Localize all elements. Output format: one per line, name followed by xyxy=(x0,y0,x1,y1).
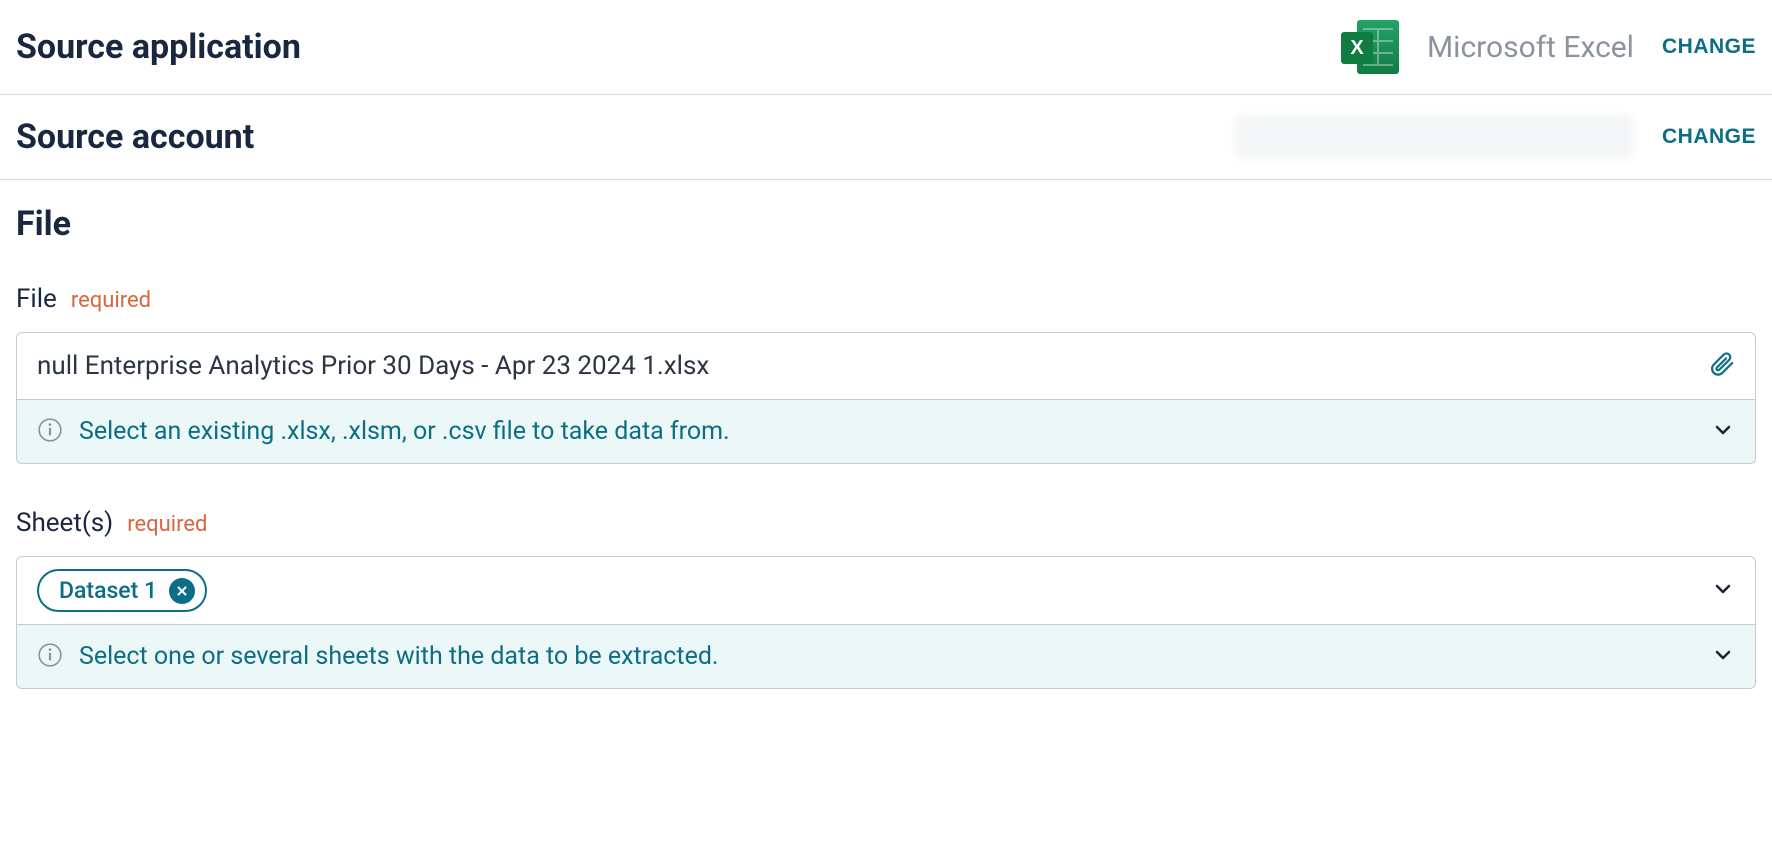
file-label-row: File required xyxy=(16,284,1756,314)
source-application-title: Source application xyxy=(16,27,301,67)
chevron-down-icon[interactable] xyxy=(1711,643,1735,671)
file-hint-box[interactable]: Select an existing .xlsx, .xlsm, or .csv… xyxy=(16,400,1756,464)
file-hint-text: Select an existing .xlsx, .xlsm, or .csv… xyxy=(79,417,1711,446)
sheets-field-label: Sheet(s) xyxy=(16,508,113,538)
remove-chip-icon[interactable] xyxy=(169,578,195,604)
file-field-label: File xyxy=(16,284,57,314)
source-account-section: Source account CHANGE xyxy=(0,95,1772,180)
sheet-chip: Dataset 1 xyxy=(37,569,207,612)
source-account-title: Source account xyxy=(16,117,254,157)
sheets-hint-box[interactable]: Select one or several sheets with the da… xyxy=(16,625,1756,689)
sheet-chip-label: Dataset 1 xyxy=(59,577,157,604)
source-application-right: X Microsoft Excel CHANGE xyxy=(1341,20,1756,74)
sheets-hint-text: Select one or several sheets with the da… xyxy=(79,642,1711,671)
sheets-field-group: Sheet(s) required Dataset 1 xyxy=(16,508,1756,689)
sheets-label-row: Sheet(s) required xyxy=(16,508,1756,538)
source-account-row: Source account CHANGE xyxy=(16,115,1756,159)
chevron-down-icon[interactable] xyxy=(1711,418,1735,446)
source-account-value-redacted xyxy=(1234,115,1634,159)
attachment-icon[interactable] xyxy=(1709,350,1735,382)
file-input-value: null Enterprise Analytics Prior 30 Days … xyxy=(37,351,1709,381)
info-icon xyxy=(37,642,63,672)
source-application-name: Microsoft Excel xyxy=(1427,30,1634,65)
source-application-row: Source application X Microsoft Excel CHA… xyxy=(16,20,1756,74)
file-field-group: File required null Enterprise Analytics … xyxy=(16,284,1756,464)
source-application-section: Source application X Microsoft Excel CHA… xyxy=(0,0,1772,95)
source-account-right: CHANGE xyxy=(1234,115,1756,159)
sheets-input[interactable]: Dataset 1 xyxy=(16,556,1756,625)
change-account-button[interactable]: CHANGE xyxy=(1662,125,1756,149)
change-application-button[interactable]: CHANGE xyxy=(1662,35,1756,59)
chevron-down-icon[interactable] xyxy=(1711,577,1735,605)
file-required-tag: required xyxy=(71,288,151,313)
file-heading: File xyxy=(16,204,1756,244)
file-input[interactable]: null Enterprise Analytics Prior 30 Days … xyxy=(16,332,1756,400)
sheets-required-tag: required xyxy=(127,512,207,537)
excel-icon: X xyxy=(1341,20,1399,74)
file-section: File File required null Enterprise Analy… xyxy=(0,180,1772,773)
info-icon xyxy=(37,417,63,447)
